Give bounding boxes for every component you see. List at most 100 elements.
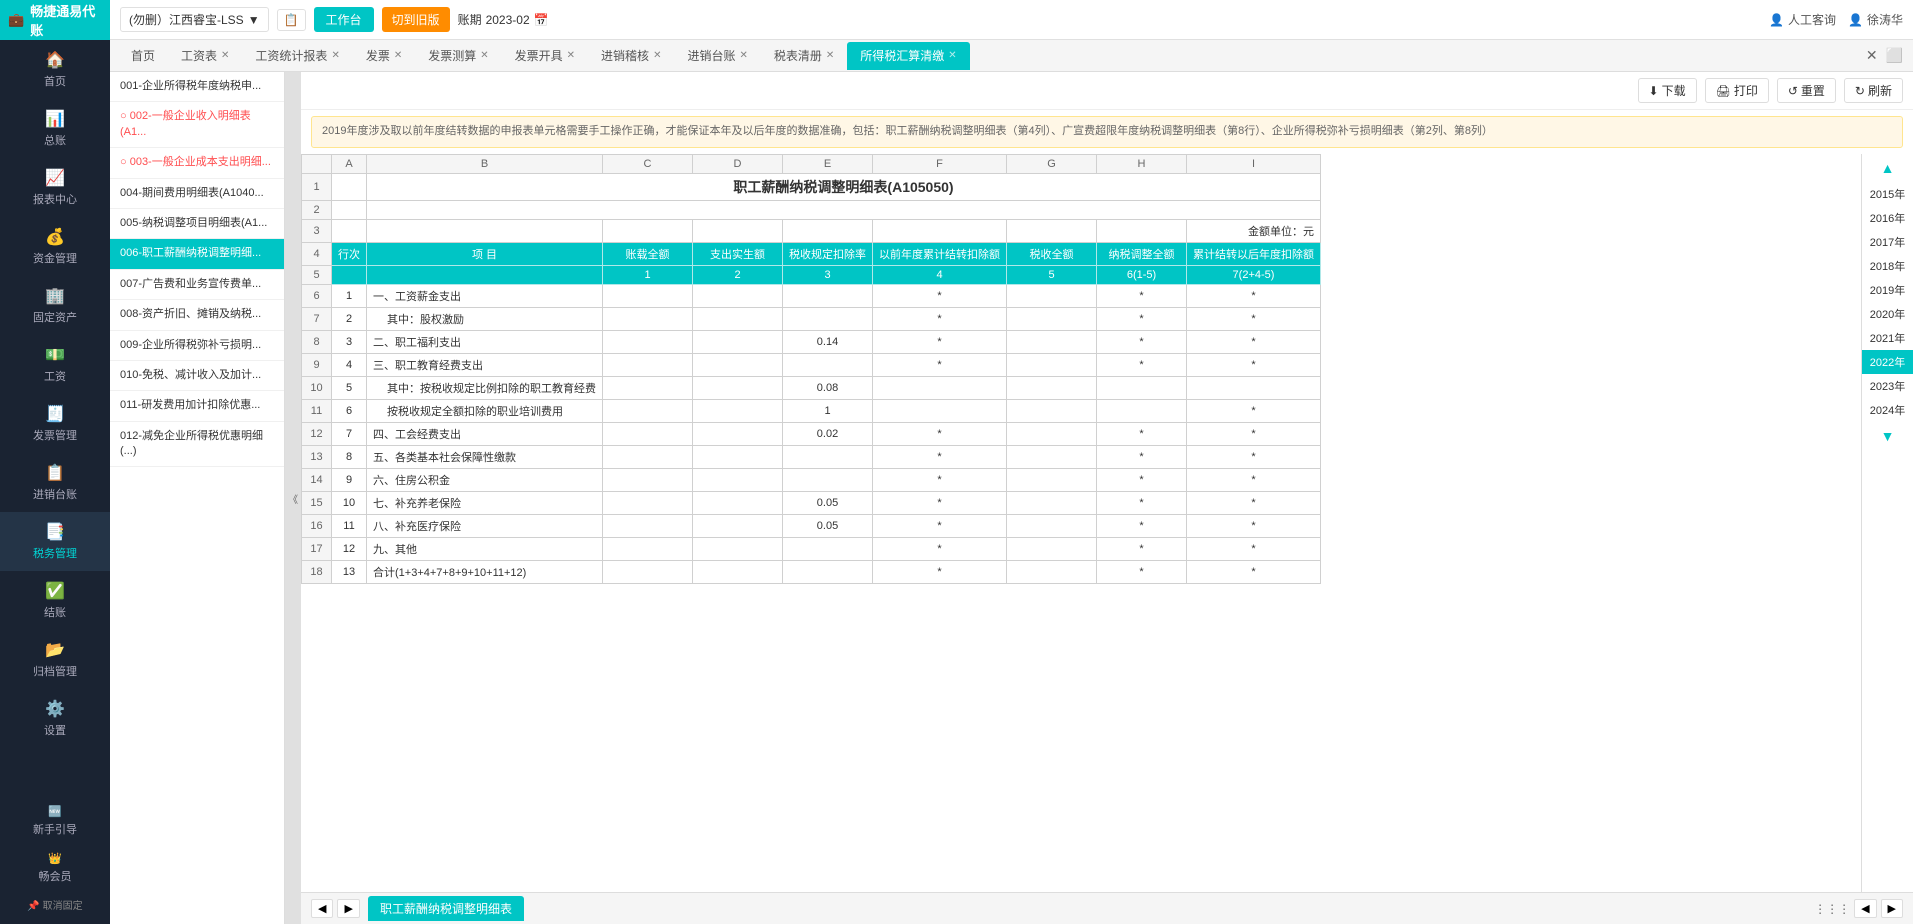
sidebar-item-report[interactable]: 📈 报表中心 [0, 158, 110, 217]
sheet-nav-left-btn[interactable]: ◀ [311, 899, 333, 918]
year-nav-down-btn[interactable]: ▼ [1875, 422, 1901, 450]
tab-invoice-open[interactable]: 发票开具 ✕ [502, 42, 588, 70]
sidebar-item-archive[interactable]: 📂 归档管理 [0, 630, 110, 689]
year-nav-up-btn[interactable]: ▲ [1875, 154, 1901, 182]
period-label: 账期 [458, 11, 482, 28]
sidebar-item-payroll[interactable]: 💵 工资 [0, 335, 110, 394]
list-item-006[interactable]: 006-职工薪酬纳税调整明细... [110, 239, 284, 269]
list-item-001[interactable]: 001-企业所得税年度纳税申... [110, 72, 284, 102]
sheet-container[interactable]: A B C D E F G H I [301, 154, 1861, 892]
table-row: 2 [302, 200, 1321, 219]
invoice-icon: 🧾 [45, 404, 65, 424]
maximize-btn[interactable]: ⬜ [1884, 45, 1905, 66]
col-h-header: H [1097, 154, 1187, 173]
customer-service-btn[interactable]: 👤 人工客询 [1769, 11, 1836, 28]
collapse-toggle[interactable]: 《 [285, 72, 301, 924]
sidebar-item-member[interactable]: 👑 畅会员 [4, 846, 106, 890]
year-2021-btn[interactable]: 2021年 [1862, 326, 1913, 350]
copy-btn[interactable]: 📋 [277, 9, 306, 31]
tab-close-icon[interactable]: ✕ [331, 50, 339, 61]
sidebar-item-purchase[interactable]: 📋 进销台账 [0, 453, 110, 512]
sidebar-item-settings[interactable]: ⚙️ 设置 [0, 689, 110, 748]
year-2016-btn[interactable]: 2016年 [1862, 206, 1913, 230]
table-row: 15 10 七、补充养老保险 0.05 * * * [302, 491, 1321, 514]
tab-payroll-report[interactable]: 工资统计报表 ✕ [242, 42, 352, 70]
tab-purchase-check[interactable]: 进销稽核 ✕ [588, 42, 674, 70]
tab-home[interactable]: 首页 [118, 42, 168, 70]
list-item-010[interactable]: 010-免税、减计收入及加计... [110, 361, 284, 391]
year-2020-btn[interactable]: 2020年 [1862, 302, 1913, 326]
table-row: 16 11 八、补充医疗保险 0.05 * * * [302, 514, 1321, 537]
list-item-011[interactable]: 011-研发费用加计扣除优惠... [110, 391, 284, 421]
download-btn[interactable]: ⬇ 下载 [1638, 78, 1697, 103]
year-nav: ▲ 2015年 2016年 2017年 2018年 2019年 2020年 20… [1861, 154, 1913, 892]
tab-close-icon[interactable]: ✕ [739, 50, 747, 61]
tax-icon: 📑 [45, 522, 65, 542]
sidebar-item-label: 首页 [44, 73, 66, 89]
cancel-fixed-btn[interactable]: 📌 取消固定 [25, 893, 84, 916]
col-f-header: 以前年度累计结转扣除额 [873, 242, 1007, 265]
col-a-header: A [332, 154, 367, 173]
year-2022-btn[interactable]: 2022年 [1862, 350, 1913, 374]
sidebar-item-tax[interactable]: 📑 税务管理 [0, 512, 110, 571]
year-2017-btn[interactable]: 2017年 [1862, 230, 1913, 254]
tab-close-icon[interactable]: ✕ [480, 50, 488, 61]
year-2015-btn[interactable]: 2015年 [1862, 182, 1913, 206]
reset-icon: ↺ [1788, 84, 1798, 98]
user-name: 徐涛华 [1867, 11, 1903, 28]
workspace-btn[interactable]: 工作台 [314, 7, 374, 32]
print-btn[interactable]: 🖨 打印 [1705, 78, 1769, 103]
closing-icon: ✅ [45, 581, 65, 601]
sidebar-item-new-guide[interactable]: 🆕 新手引导 [4, 799, 106, 843]
list-item-007[interactable]: 007-广告费和业务宣传费单... [110, 270, 284, 300]
scroll-left-btn[interactable]: ◀ [1854, 899, 1876, 918]
tab-tax-clear[interactable]: 税表清册 ✕ [761, 42, 847, 70]
sidebar-item-invoice[interactable]: 🧾 发票管理 [0, 394, 110, 453]
year-2019-btn[interactable]: 2019年 [1862, 278, 1913, 302]
list-item-004[interactable]: 004-期间费用明细表(A1040... [110, 179, 284, 209]
list-item-008[interactable]: 008-资产折旧、摊销及纳税... [110, 300, 284, 330]
sidebar-item-closing[interactable]: ✅ 结账 [0, 571, 110, 630]
tab-invoice[interactable]: 发票 ✕ [353, 42, 415, 70]
tab-close-icon[interactable]: ✕ [394, 50, 402, 61]
list-item-002[interactable]: 002-一般企业收入明细表(A1... [110, 102, 284, 148]
sidebar-item-fixed-asset[interactable]: 🏢 固定资产 [0, 276, 110, 335]
sidebar-item-home[interactable]: 🏠 首页 [0, 40, 110, 99]
list-item-009[interactable]: 009-企业所得税弥补亏损明... [110, 331, 284, 361]
scroll-right-btn[interactable]: ▶ [1881, 899, 1903, 918]
user-avatar-btn[interactable]: 👤 徐涛华 [1848, 11, 1903, 28]
tab-purchase-ledger[interactable]: 进销台账 ✕ [674, 42, 760, 70]
year-2024-btn[interactable]: 2024年 [1862, 398, 1913, 422]
collapse-icon: 《 [288, 491, 298, 506]
tab-label: 首页 [131, 47, 155, 64]
sidebar-item-label: 报表中心 [33, 191, 77, 207]
reset-btn[interactable]: ↺ 重置 [1777, 78, 1836, 103]
year-2018-btn[interactable]: 2018年 [1862, 254, 1913, 278]
sidebar-item-label: 归档管理 [33, 663, 77, 679]
tab-invoice-calc[interactable]: 发票测算 ✕ [415, 42, 501, 70]
tab-close-icon[interactable]: ✕ [221, 50, 229, 61]
list-item-003[interactable]: 003-一般企业成本支出明细... [110, 148, 284, 178]
sheet-tab[interactable]: 职工薪酬纳税调整明细表 [368, 896, 524, 921]
company-selector[interactable]: (勿删）江西睿宝-LSS ▼ [120, 7, 269, 32]
refresh-btn[interactable]: ↻ 刷新 [1844, 78, 1903, 103]
sheet-nav-right-btn[interactable]: ▶ [337, 899, 359, 918]
tab-close-icon[interactable]: ✕ [948, 50, 956, 61]
tab-close-icon[interactable]: ✕ [653, 50, 661, 61]
switch-old-btn[interactable]: 切到旧版 [382, 7, 450, 32]
col-item-header: 项 目 [367, 242, 603, 265]
sidebar-item-fund[interactable]: 💰 资金管理 [0, 217, 110, 276]
year-2023-btn[interactable]: 2023年 [1862, 374, 1913, 398]
list-item-012[interactable]: 012-减免企业所得税优惠明细(...) [110, 422, 284, 468]
sidebar-item-ledger[interactable]: 📊 总账 [0, 99, 110, 158]
tab-label: 发票开具 [515, 47, 563, 64]
list-item-005[interactable]: 005-纳税调整项目明细表(A1... [110, 209, 284, 239]
tab-income-tax[interactable]: 所得税汇算清缴 ✕ [847, 42, 969, 70]
tab-close-icon[interactable]: ✕ [567, 50, 575, 61]
sheet-options-icon[interactable]: ⋮⋮⋮ [1814, 902, 1850, 916]
tab-close-icon[interactable]: ✕ [826, 50, 834, 61]
main-area: (勿删）江西睿宝-LSS ▼ 📋 工作台 切到旧版 账期 2023-02 📅 👤… [110, 0, 1913, 924]
col-seq-header: 行次 [332, 242, 367, 265]
tab-payroll[interactable]: 工资表 ✕ [168, 42, 242, 70]
close-all-btn[interactable]: ✕ [1864, 45, 1880, 66]
